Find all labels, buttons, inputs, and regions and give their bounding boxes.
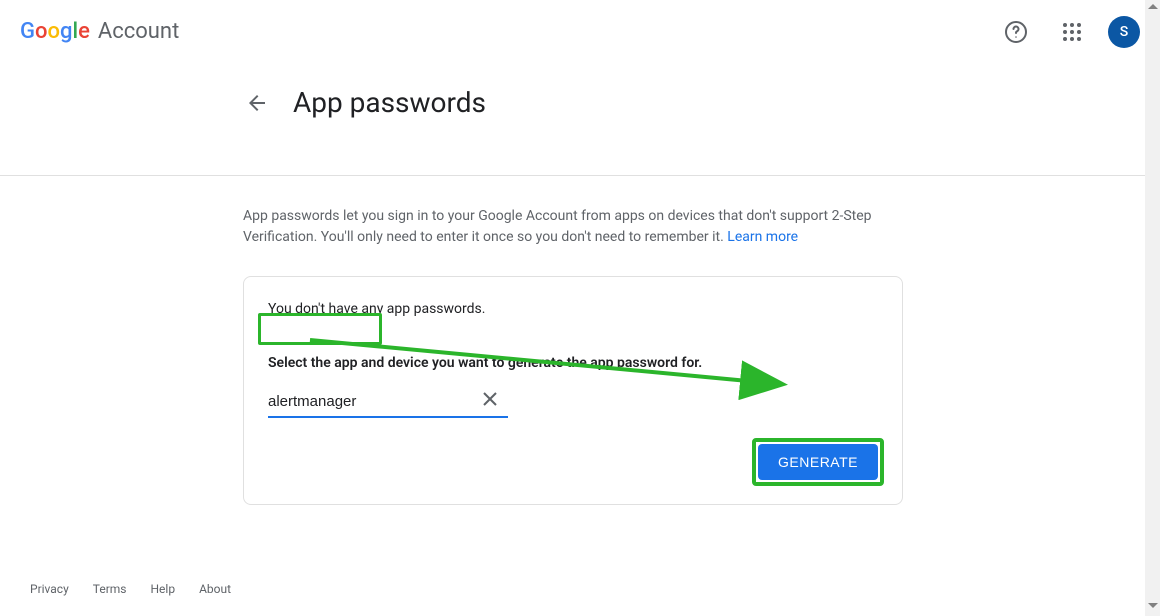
generate-button[interactable]: GENERATE xyxy=(758,444,878,480)
app-name-field-wrap xyxy=(268,393,508,418)
help-icon[interactable] xyxy=(996,12,1036,52)
app-name-input[interactable] xyxy=(268,393,448,410)
scrollbar[interactable] xyxy=(1145,0,1160,616)
divider xyxy=(0,175,1160,176)
empty-message: You don't have any app passwords. xyxy=(268,301,878,317)
footer-link-about[interactable]: About xyxy=(199,582,231,596)
footer: Privacy Terms Help About xyxy=(30,582,231,596)
avatar[interactable]: S xyxy=(1108,16,1140,48)
brand-logo: Google Account xyxy=(20,19,179,44)
learn-more-link[interactable]: Learn more xyxy=(727,229,798,245)
instruction-text: Select the app and device you want to ge… xyxy=(268,355,878,371)
page-title: App passwords xyxy=(293,86,486,119)
product-name: Account xyxy=(98,19,179,44)
back-arrow-icon[interactable] xyxy=(245,91,269,115)
page-description: App passwords let you sign in to your Go… xyxy=(243,206,903,248)
footer-link-privacy[interactable]: Privacy xyxy=(30,582,69,596)
clear-input-icon[interactable] xyxy=(482,391,498,412)
header: Google Account S xyxy=(0,0,1160,64)
footer-link-terms[interactable]: Terms xyxy=(93,582,127,596)
footer-link-help[interactable]: Help xyxy=(151,582,176,596)
app-passwords-card: You don't have any app passwords. Select… xyxy=(243,276,903,505)
google-logo: Google xyxy=(20,19,90,44)
scroll-arrow-up-icon[interactable] xyxy=(1148,4,1158,9)
scroll-arrow-down-icon[interactable] xyxy=(1148,603,1158,608)
apps-grid-icon[interactable] xyxy=(1052,12,1092,52)
page-title-row: App passwords xyxy=(0,86,1160,119)
avatar-initial: S xyxy=(1120,24,1128,40)
